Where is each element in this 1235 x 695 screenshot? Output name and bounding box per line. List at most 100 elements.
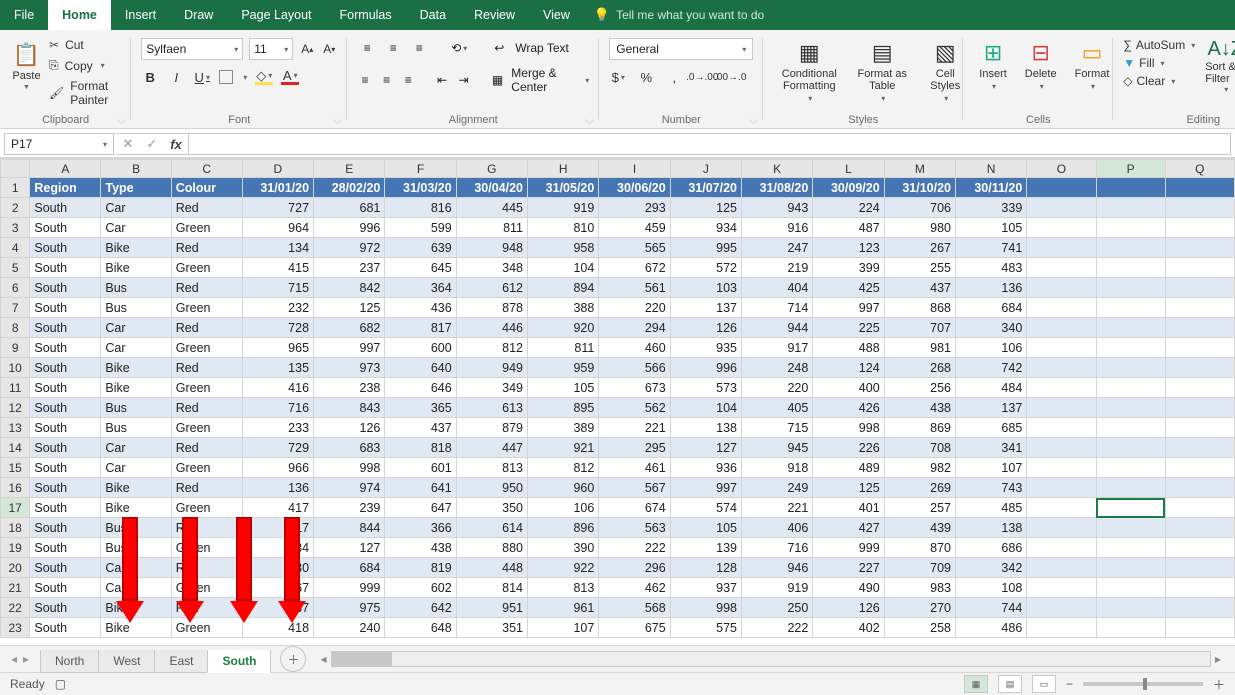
menu-insert[interactable]: Insert (111, 0, 170, 30)
cell[interactable] (1165, 598, 1234, 618)
cell[interactable] (1165, 538, 1234, 558)
cell[interactable]: Bike (101, 478, 171, 498)
align-middle-button[interactable]: ≡ (383, 38, 403, 58)
cell[interactable]: 295 (599, 438, 670, 458)
cell[interactable]: 447 (456, 438, 527, 458)
cell[interactable]: Red (171, 518, 242, 538)
cell[interactable]: Green (171, 618, 242, 638)
cell[interactable] (1027, 498, 1096, 518)
cell[interactable]: 843 (314, 398, 385, 418)
cell[interactable]: 239 (314, 498, 385, 518)
cell[interactable] (1096, 258, 1165, 278)
sheet-tab-west[interactable]: West (98, 650, 155, 673)
conditional-formatting-button[interactable]: ▦Conditional Formatting▾ (773, 38, 845, 105)
cell[interactable]: Green (171, 538, 242, 558)
cell[interactable]: 916 (742, 218, 813, 238)
cell[interactable]: 964 (242, 218, 313, 238)
cell[interactable]: 31/07/20 (670, 178, 741, 198)
cell[interactable]: 484 (955, 378, 1026, 398)
menu-home[interactable]: Home (48, 0, 111, 30)
cell[interactable]: 600 (385, 338, 456, 358)
cell[interactable]: 106 (955, 338, 1026, 358)
cell[interactable] (1027, 438, 1096, 458)
cell[interactable]: 490 (813, 578, 884, 598)
row-header[interactable]: 17 (1, 498, 30, 518)
cell[interactable] (1096, 338, 1165, 358)
cell[interactable]: 365 (385, 398, 456, 418)
cell[interactable]: Red (171, 558, 242, 578)
cell[interactable]: 487 (813, 218, 884, 238)
cell[interactable]: 136 (955, 278, 1026, 298)
cell[interactable]: 717 (242, 518, 313, 538)
cell[interactable]: 741 (955, 238, 1026, 258)
cell[interactable]: 445 (456, 198, 527, 218)
cell[interactable]: 641 (385, 478, 456, 498)
cell[interactable]: 639 (385, 238, 456, 258)
cell[interactable]: 935 (670, 338, 741, 358)
cell[interactable]: 982 (884, 458, 955, 478)
cell[interactable] (1165, 418, 1234, 438)
cell[interactable]: 390 (528, 538, 599, 558)
cell[interactable]: 488 (813, 338, 884, 358)
cell[interactable]: 706 (884, 198, 955, 218)
cell[interactable]: 880 (456, 538, 527, 558)
cell[interactable]: Region (30, 178, 101, 198)
column-header[interactable]: O (1027, 160, 1096, 178)
cell[interactable]: 566 (599, 358, 670, 378)
cell[interactable]: 742 (955, 358, 1026, 378)
cell[interactable] (1096, 278, 1165, 298)
cell[interactable]: 707 (884, 318, 955, 338)
cell[interactable]: Red (171, 358, 242, 378)
cell[interactable]: 462 (599, 578, 670, 598)
cell[interactable]: 602 (385, 578, 456, 598)
percent-button[interactable]: % (637, 68, 655, 86)
cell[interactable]: 944 (742, 318, 813, 338)
cell[interactable]: South (30, 258, 101, 278)
cell[interactable]: 966 (242, 458, 313, 478)
cell[interactable]: 996 (670, 358, 741, 378)
cell[interactable]: 134 (242, 238, 313, 258)
decrease-indent-button[interactable]: ⇤ (434, 70, 450, 90)
cell[interactable]: 896 (528, 518, 599, 538)
cell[interactable]: 810 (528, 218, 599, 238)
cell[interactable] (1027, 358, 1096, 378)
cell[interactable]: Bike (101, 238, 171, 258)
italic-button[interactable]: I (167, 68, 185, 86)
cell[interactable]: Bike (101, 498, 171, 518)
cell[interactable]: 816 (385, 198, 456, 218)
cell[interactable] (1165, 618, 1234, 638)
cell[interactable]: 709 (884, 558, 955, 578)
cell[interactable] (1096, 598, 1165, 618)
cell[interactable]: 128 (670, 558, 741, 578)
cell[interactable]: 400 (813, 378, 884, 398)
cell[interactable]: Red (171, 598, 242, 618)
cell[interactable]: 136 (242, 478, 313, 498)
cell[interactable]: 640 (385, 358, 456, 378)
font-name-combo[interactable]: Sylfaen▾ (141, 38, 243, 60)
row-header[interactable]: 13 (1, 418, 30, 438)
row-header[interactable]: 11 (1, 378, 30, 398)
cell[interactable]: South (30, 458, 101, 478)
row-header[interactable]: 10 (1, 358, 30, 378)
cell[interactable] (1027, 258, 1096, 278)
row-header[interactable]: 1 (1, 178, 30, 198)
decrease-decimal-button[interactable]: .00→.0 (721, 68, 739, 86)
wrap-text-button[interactable]: Wrap Text (515, 41, 569, 55)
cell[interactable]: 31/10/20 (884, 178, 955, 198)
cell[interactable]: Car (101, 338, 171, 358)
cell[interactable]: 878 (456, 298, 527, 318)
cell[interactable]: South (30, 318, 101, 338)
cell[interactable] (1096, 418, 1165, 438)
cell[interactable]: 980 (884, 218, 955, 238)
cell[interactable]: 438 (385, 538, 456, 558)
fill-color-button[interactable]: ◇▾ (255, 70, 273, 85)
cell[interactable]: 684 (314, 558, 385, 578)
view-normal-button[interactable]: ▦ (964, 675, 988, 693)
cell[interactable]: 138 (955, 518, 1026, 538)
cell[interactable]: 427 (813, 518, 884, 538)
cell[interactable]: 268 (884, 358, 955, 378)
cell[interactable]: Bus (101, 398, 171, 418)
cell[interactable] (1165, 258, 1234, 278)
cell[interactable]: 813 (528, 578, 599, 598)
cell[interactable]: 844 (314, 518, 385, 538)
